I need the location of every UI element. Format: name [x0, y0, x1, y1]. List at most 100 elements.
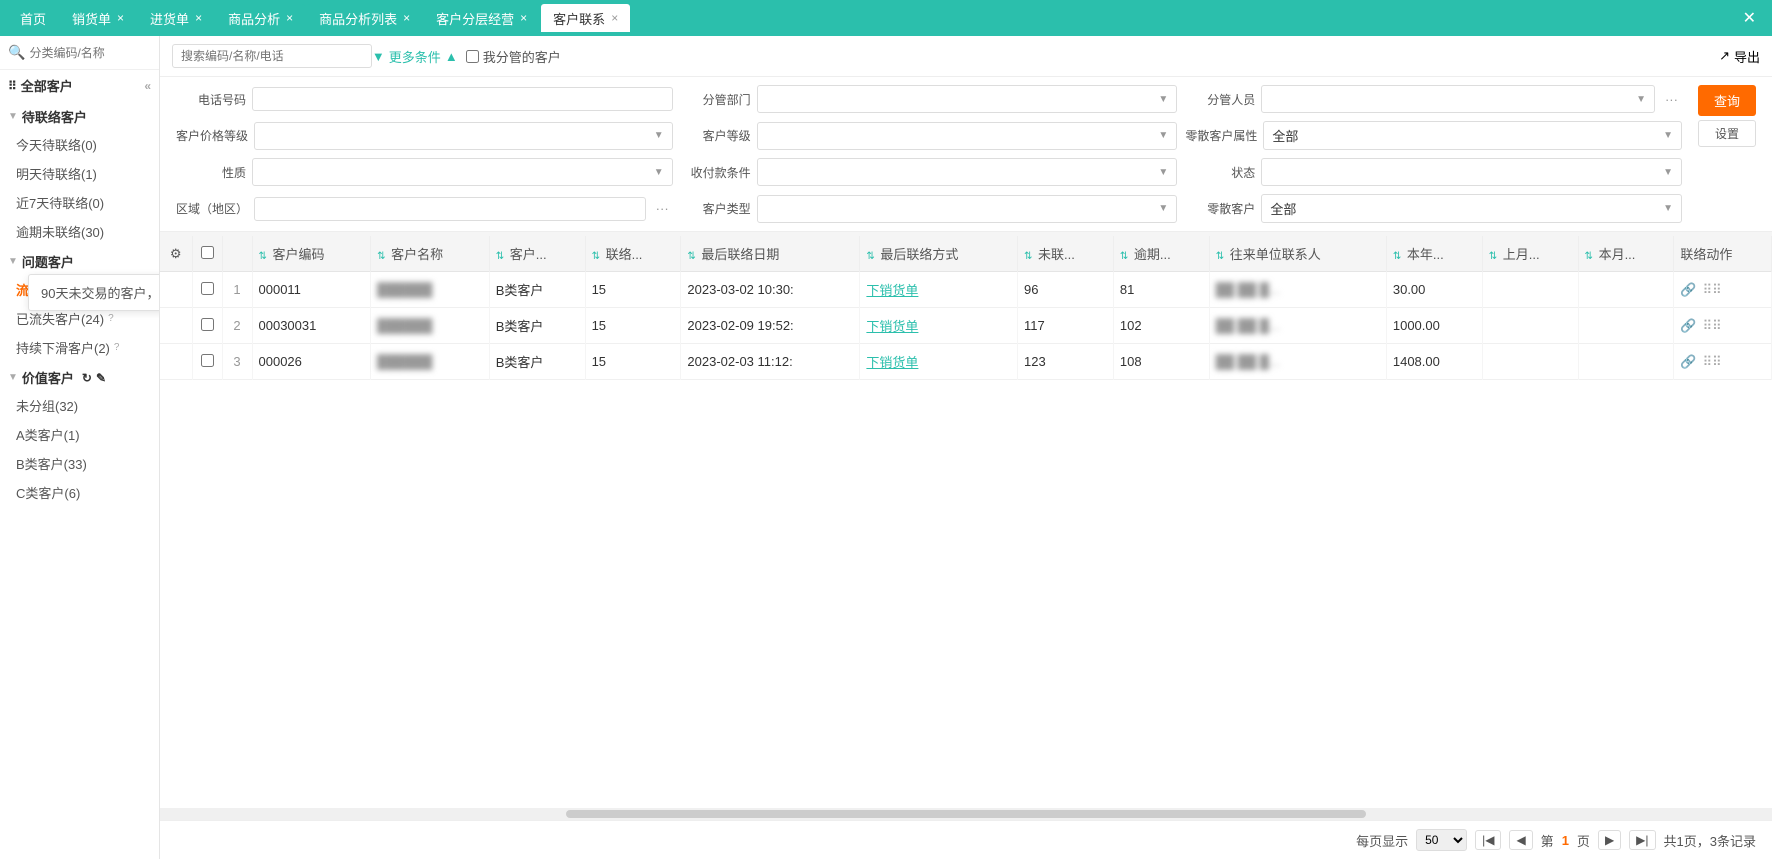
cell-action-0[interactable]: 🔗 ⠿⠿	[1674, 272, 1772, 308]
tab-purchase-close[interactable]: ×	[195, 11, 202, 25]
filter-select-price-level[interactable]: ▼	[254, 122, 673, 150]
col-this-year[interactable]: ⇅ 本年...	[1386, 236, 1482, 272]
filter-select-dept[interactable]: ▼	[757, 85, 1178, 113]
filter-select-nature[interactable]: ▼	[252, 158, 673, 186]
sidebar-item-ungrouped[interactable]: 未分组(32)	[0, 391, 159, 420]
col-type[interactable]: ⇅ 客户...	[489, 236, 585, 272]
page-size-select[interactable]: 50 100 200	[1416, 829, 1467, 851]
sidebar-item-c-class[interactable]: C类客户(6)	[0, 478, 159, 507]
my-customers-checkbox[interactable]	[466, 50, 479, 63]
tab-sales-close[interactable]: ×	[117, 11, 124, 25]
tab-customer-strat-close[interactable]: ×	[520, 11, 527, 25]
table-row: 2 00030031 ██████ B类客户 15 2023-02-09 19:…	[160, 308, 1772, 344]
value-customer-refresh-icon[interactable]: ↻	[82, 371, 92, 385]
col-no-contact[interactable]: ⇅ 未联...	[1018, 236, 1114, 272]
my-customers-filter[interactable]: 我分管的客户	[466, 47, 561, 66]
filter-label-customer-type: 客户类型	[681, 200, 751, 217]
sidebar-item-tomorrow-pending[interactable]: 明天待联络(1)	[0, 159, 159, 188]
window-close-button[interactable]: ✕	[1735, 8, 1764, 28]
tab-purchase-order[interactable]: 进货单 ×	[138, 4, 214, 32]
tab-product-analysis-close[interactable]: ×	[286, 11, 293, 25]
sidebar-group-problem[interactable]: ▼ 问题客户	[0, 246, 159, 275]
filter-select-status[interactable]: ▼	[1261, 158, 1682, 186]
filter-select-retail-customer[interactable]: 全部 ▼	[1261, 194, 1682, 223]
sidebar-collapse-icon: «	[144, 79, 151, 93]
current-page: 1	[1562, 833, 1569, 848]
horizontal-scrollbar[interactable]	[160, 808, 1772, 820]
sidebar-group-value-label: 价值客户	[22, 368, 74, 387]
filter-select-customer-level[interactable]: ▼	[757, 122, 1178, 150]
filter-dots-manager[interactable]: ···	[1661, 92, 1682, 107]
filter-search-input[interactable]	[172, 44, 372, 68]
cell-last-contact-method-1[interactable]: 下销货单	[860, 308, 1018, 344]
filter-select-payment[interactable]: ▼	[757, 158, 1178, 186]
col-overdue[interactable]: ⇅ 逾期...	[1113, 236, 1209, 272]
col-last-contact-date[interactable]: ⇅ 最后联络日期	[681, 236, 860, 272]
sidebar-item-overdue-contact[interactable]: 逾期未联络(30)	[0, 217, 159, 246]
query-button[interactable]: 查询	[1698, 85, 1756, 116]
cell-last-contact-method-2[interactable]: 下销货单	[860, 344, 1018, 380]
scroll-thumb[interactable]	[566, 810, 1366, 818]
first-page-button[interactable]: |◀	[1475, 830, 1501, 850]
prev-page-button[interactable]: ◀	[1509, 830, 1532, 850]
col-code[interactable]: ⇅ 客户编码	[252, 236, 371, 272]
cell-action-2[interactable]: 🔗 ⠿⠿	[1674, 344, 1772, 380]
tab-customer-stratification[interactable]: 客户分层经营 ×	[424, 4, 539, 32]
cell-action-1[interactable]: 🔗 ⠿⠿	[1674, 308, 1772, 344]
col-settings[interactable]: ⚙	[160, 236, 192, 272]
tab-sales-order[interactable]: 销货单 ×	[60, 4, 136, 32]
filter-select-customer-type[interactable]: ▼	[757, 195, 1178, 223]
select-all-checkbox[interactable]	[201, 246, 214, 259]
cell-last-contact-method-0[interactable]: 下销货单	[860, 272, 1018, 308]
settings-button[interactable]: 设置	[1698, 120, 1756, 147]
action-more-icon-0[interactable]: ⠿⠿	[1703, 282, 1722, 298]
filter-select-manager[interactable]: ▼	[1261, 85, 1655, 113]
tab-customer-contact-close[interactable]: ×	[611, 11, 618, 25]
cell-checkbox-1[interactable]	[192, 308, 222, 344]
last-page-button[interactable]: ▶|	[1629, 830, 1655, 850]
filter-label-phone: 电话号码	[176, 91, 246, 108]
cell-checkbox-0[interactable]	[192, 272, 222, 308]
tab-product-list-close[interactable]: ×	[403, 11, 410, 25]
sidebar-item-declining-label: 持续下滑客户(2)	[16, 338, 110, 357]
export-button[interactable]: ↗ 导出	[1719, 47, 1760, 66]
sidebar-item-today-pending[interactable]: 今天待联络(0)	[0, 130, 159, 159]
col-name[interactable]: ⇅ 客户名称	[371, 236, 490, 272]
filter-dots-region[interactable]: ···	[652, 201, 673, 216]
tab-home[interactable]: 首页	[8, 4, 58, 32]
filter-input-phone[interactable]	[252, 87, 673, 111]
filter-label-nature: 性质	[176, 164, 246, 181]
col-last-month[interactable]: ⇅ 上月...	[1482, 236, 1578, 272]
tab-product-analysis[interactable]: 商品分析 ×	[216, 4, 305, 32]
action-more-icon-1[interactable]: ⠿⠿	[1703, 318, 1722, 334]
col-this-month[interactable]: ⇅ 本月...	[1578, 236, 1674, 272]
filter-select-retail-attr[interactable]: 全部 ▼	[1263, 121, 1682, 150]
tab-product-analysis-list[interactable]: 商品分析列表 ×	[307, 4, 422, 32]
sidebar-item-a-class[interactable]: A类客户(1)	[0, 420, 159, 449]
col-last-contact-method[interactable]: ⇅ 最后联络方式	[860, 236, 1018, 272]
tab-customer-contact[interactable]: 客户联系 ×	[541, 4, 630, 32]
action-buttons-panel: 查询 设置	[1690, 85, 1756, 147]
filter-input-region[interactable]	[254, 197, 646, 221]
value-customer-edit-icon[interactable]: ✎	[96, 371, 106, 385]
sidebar-search-input[interactable]	[29, 46, 160, 60]
col-contact-person[interactable]: ⇅ 往来单位联系人	[1209, 236, 1386, 272]
sidebar-item-7days-pending[interactable]: 近7天待联络(0)	[0, 188, 159, 217]
action-link-icon-0[interactable]: 🔗	[1680, 282, 1696, 298]
action-more-icon-2[interactable]: ⠿⠿	[1703, 354, 1722, 370]
sidebar-group-pending[interactable]: ▼ 待联络客户	[0, 101, 159, 130]
filter-select-price-arrow: ▼	[654, 130, 664, 141]
next-page-button[interactable]: ▶	[1598, 830, 1621, 850]
sidebar-all-customers[interactable]: ⠿ 全部客户 «	[0, 70, 159, 101]
tab-customer-strat-label: 客户分层经营	[436, 9, 514, 28]
settings-gear-icon[interactable]: ⚙	[170, 246, 182, 261]
sidebar-group-value[interactable]: ▼ 价值客户 ↻ ✎	[0, 362, 159, 391]
more-conditions-button[interactable]: ▼ 更多条件 ▲	[372, 47, 458, 66]
col-contact[interactable]: ⇅ 联络...	[585, 236, 681, 272]
action-link-icon-1[interactable]: 🔗	[1680, 318, 1696, 334]
sidebar-item-declining[interactable]: 持续下滑客户(2) ?	[0, 333, 159, 362]
cell-settings-0	[160, 272, 192, 308]
action-link-icon-2[interactable]: 🔗	[1680, 354, 1696, 370]
sidebar-item-b-class[interactable]: B类客户(33)	[0, 449, 159, 478]
cell-checkbox-2[interactable]	[192, 344, 222, 380]
